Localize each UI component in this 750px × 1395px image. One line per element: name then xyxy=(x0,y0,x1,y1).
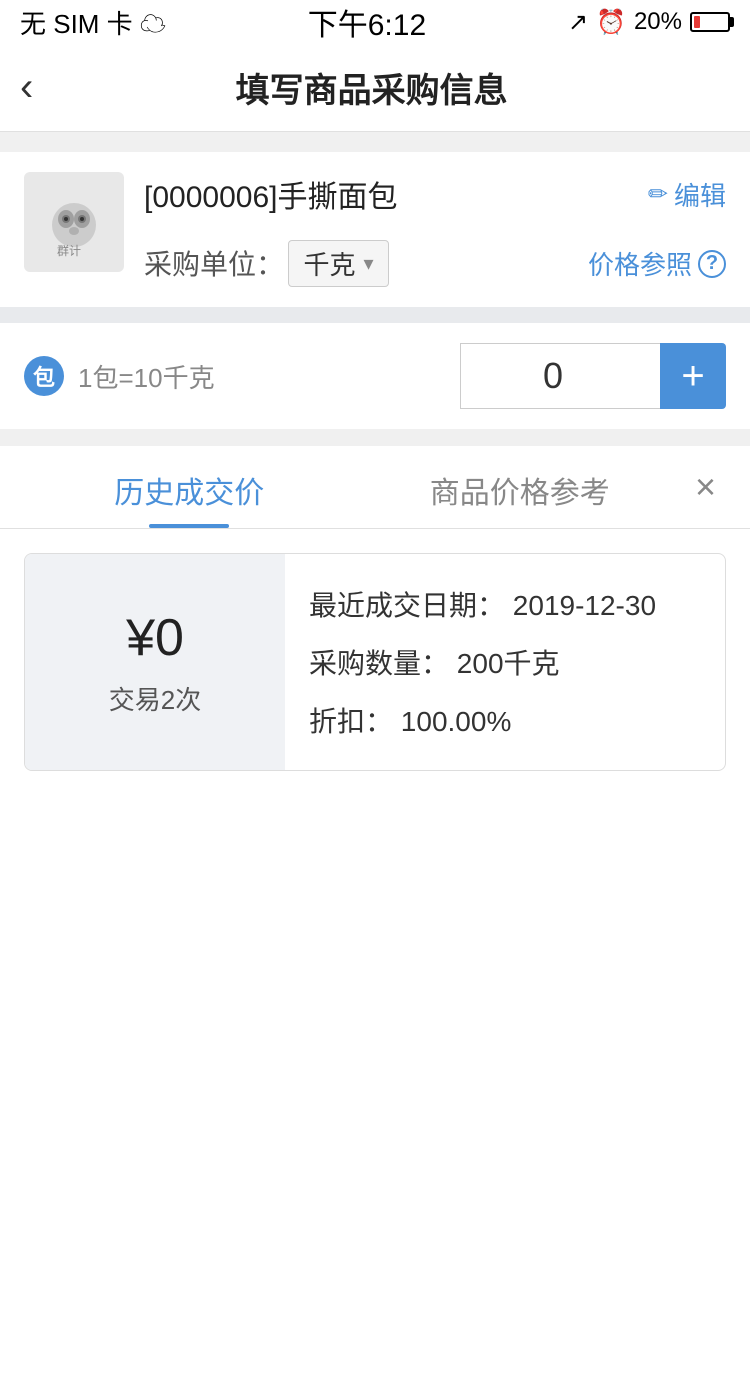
product-card: 群计 [0000006]手撕面包 ✏ 编辑 采购单位： 千克 ▾ xyxy=(0,152,750,307)
tab-product-price-ref[interactable]: 商品价格参考 xyxy=(354,446,684,528)
history-recent-date-row: 最近成交日期： 2019-12-30 xyxy=(309,584,701,624)
bottom-panel: 历史成交价 商品价格参考 × ¥0 交易2次 最近成交日期： 2019-12-3… xyxy=(0,446,750,795)
tab-bar: 历史成交价 商品价格参考 × xyxy=(0,446,750,529)
status-bar: 无 SIM 卡 ☁ 下午6:12 ↗ ⏰ 20% xyxy=(0,0,750,44)
edit-label: 编辑 xyxy=(674,176,726,213)
battery-icon xyxy=(690,12,730,32)
tab-close-button[interactable]: × xyxy=(685,450,726,524)
history-card-left: ¥0 交易2次 xyxy=(25,554,285,770)
quantity-row: 包 1包=10千克 + xyxy=(0,323,750,430)
help-icon: ? xyxy=(698,250,726,278)
price-ref-label: 价格参照 xyxy=(588,245,692,282)
edit-icon: ✏ xyxy=(648,180,668,209)
product-thumbnail: 群计 xyxy=(24,172,124,272)
product-logo: 群计 xyxy=(39,187,109,257)
page-title: 填写商品采购信息 xyxy=(53,63,690,112)
status-time: 下午6:12 xyxy=(308,0,426,44)
history-price: ¥0 xyxy=(126,608,184,668)
unit-value: 千克 xyxy=(303,245,355,282)
history-discount-row: 折扣： 100.00% xyxy=(309,700,701,740)
unit-label-group: 采购单位： 千克 ▾ xyxy=(144,240,389,287)
purchase-qty-label: 采购数量： xyxy=(309,648,449,679)
recent-date-value: 2019-12-30 xyxy=(513,590,656,621)
quantity-input[interactable] xyxy=(460,343,660,409)
history-trade-count: 交易2次 xyxy=(109,680,201,717)
content-area xyxy=(0,795,750,1395)
history-card-right: 最近成交日期： 2019-12-30 采购数量： 200千克 折扣： 100.0… xyxy=(285,554,725,770)
unit-badge: 包 xyxy=(24,356,64,396)
edit-link[interactable]: ✏ 编辑 xyxy=(648,176,726,213)
recent-date-label: 最近成交日期： xyxy=(309,590,505,621)
alarm-icon: ⏰ xyxy=(596,8,626,37)
section-divider xyxy=(0,307,750,323)
status-carrier: 无 SIM 卡 ☁ xyxy=(20,4,166,41)
chevron-down-icon: ▾ xyxy=(363,251,373,276)
purchase-qty-value: 200千克 xyxy=(457,648,560,679)
location-icon: ↗ xyxy=(568,8,588,37)
svg-text:群计: 群计 xyxy=(57,244,81,257)
price-ref-link[interactable]: 价格参照 ? xyxy=(588,245,726,282)
conversion-label: 1包=10千克 xyxy=(78,358,215,395)
product-info: [0000006]手撕面包 ✏ 编辑 采购单位： 千克 ▾ 价格参照 ? xyxy=(144,172,726,287)
unit-label: 采购单位： xyxy=(144,249,284,280)
history-list: ¥0 交易2次 最近成交日期： 2019-12-30 采购数量： 200千克 折… xyxy=(0,529,750,795)
discount-label: 折扣： xyxy=(309,706,393,737)
quantity-input-group: + xyxy=(460,343,726,409)
tab-history-price[interactable]: 历史成交价 xyxy=(24,446,354,528)
discount-value: 100.00% xyxy=(401,706,512,737)
status-right: ↗ ⏰ 20% xyxy=(568,8,730,37)
product-name: [0000006]手撕面包 xyxy=(144,172,397,216)
battery-percent: 20% xyxy=(634,8,682,36)
nav-bar: ‹ 填写商品采购信息 xyxy=(0,44,750,132)
quantity-label-group: 包 1包=10千克 xyxy=(24,356,215,396)
unit-select[interactable]: 千克 ▾ xyxy=(288,240,388,287)
history-purchase-qty-row: 采购数量： 200千克 xyxy=(309,642,701,682)
quantity-plus-button[interactable]: + xyxy=(660,343,726,409)
back-button[interactable]: ‹ xyxy=(20,65,53,110)
history-card: ¥0 交易2次 最近成交日期： 2019-12-30 采购数量： 200千克 折… xyxy=(24,553,726,771)
